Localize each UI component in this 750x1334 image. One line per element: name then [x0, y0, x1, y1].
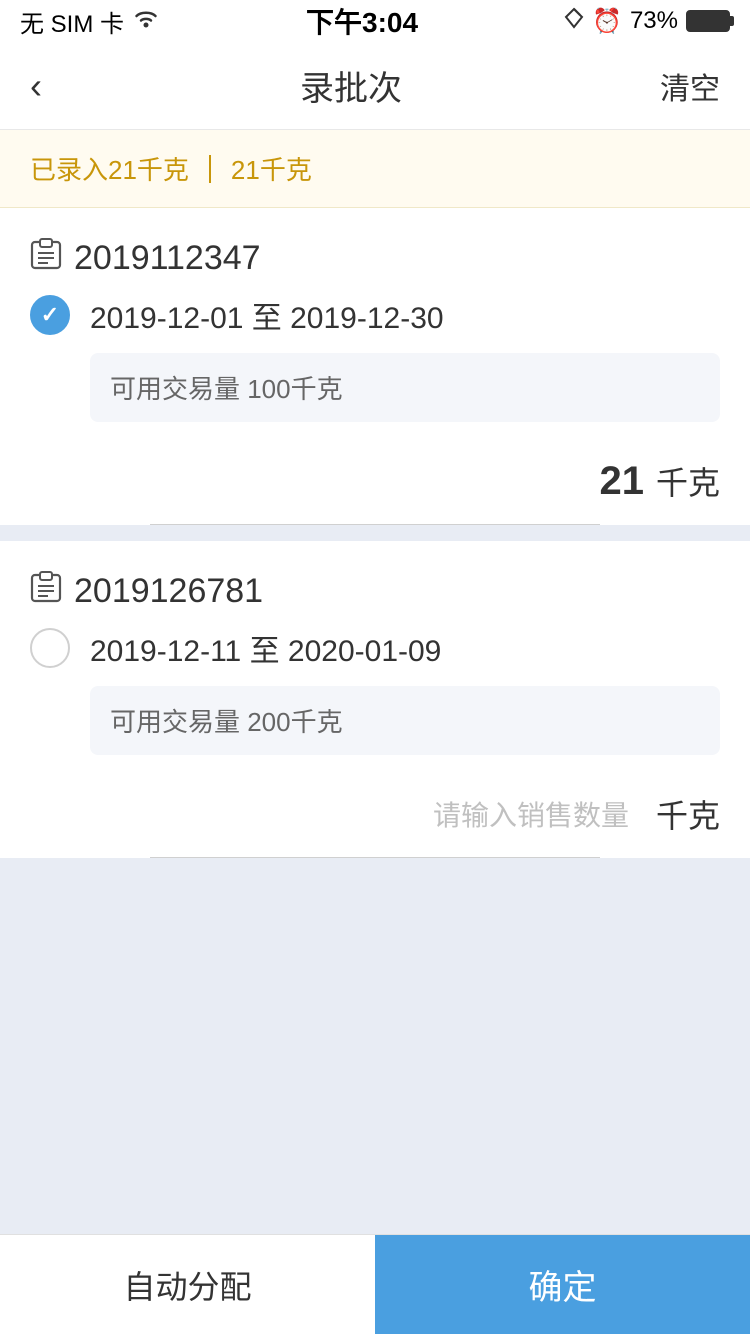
- wifi-icon: [132, 7, 160, 36]
- batch-2-header: 2019126781: [30, 571, 720, 612]
- battery-percent: 73%: [630, 7, 678, 35]
- batch-1-number: 2019112347: [74, 239, 261, 278]
- page-title: 录批次: [300, 61, 402, 110]
- auto-distribute-button[interactable]: 自动分配: [0, 1235, 375, 1334]
- battery-icon: [686, 10, 730, 32]
- status-right: ⏰ 73%: [564, 7, 730, 36]
- batch-2-dates: 2019-12-11 至 2020-01-09: [90, 626, 441, 670]
- batch-1-amount-unit: 千克: [656, 458, 720, 504]
- batch-2-quantity-input[interactable]: [384, 795, 644, 834]
- batch-1-availability: 可用交易量 100千克: [90, 353, 720, 422]
- status-bar: 无 SIM 卡 下午3:04 ⏰ 73%: [0, 0, 750, 42]
- section-separator: [0, 525, 750, 541]
- batch-1-radio[interactable]: [30, 295, 70, 335]
- batch-2-radio[interactable]: [30, 628, 70, 668]
- status-left: 无 SIM 卡: [20, 4, 160, 39]
- clear-button[interactable]: 清空: [660, 64, 720, 108]
- confirm-button[interactable]: 确定: [375, 1235, 750, 1334]
- batch-2-icon: [30, 571, 62, 612]
- batch-2-container: 2019126781 2019-12-11 至 2020-01-09 可用交易量…: [0, 541, 750, 858]
- batch-1-header: 2019112347: [30, 238, 720, 279]
- batch-2-availability: 可用交易量 200千克: [90, 686, 720, 755]
- recorded-amount: 已录入21千克: [30, 150, 189, 187]
- batch-2-number: 2019126781: [74, 572, 263, 611]
- location-icon: [564, 7, 584, 36]
- sim-label: 无 SIM 卡: [20, 4, 124, 39]
- batch-1-item: 2019112347 2019-12-01 至 2019-12-30 可用交易量…: [0, 208, 750, 422]
- batch-1-amount-row: 21 千克: [0, 438, 750, 524]
- batch-2-dates-row: 2019-12-11 至 2020-01-09: [30, 626, 720, 670]
- bottom-bar: 自动分配 确定: [0, 1234, 750, 1334]
- batch-1-container: 2019112347 2019-12-01 至 2019-12-30 可用交易量…: [0, 208, 750, 525]
- batch-2-unit: 千克: [656, 791, 720, 837]
- banner-divider: [209, 155, 211, 183]
- batch-2-input-row: 千克: [0, 771, 750, 857]
- batch-2-item: 2019126781 2019-12-11 至 2020-01-09 可用交易量…: [0, 541, 750, 755]
- back-button[interactable]: ‹: [30, 65, 42, 107]
- nav-bar: ‹ 录批次 清空: [0, 42, 750, 130]
- batch-1-icon: [30, 238, 62, 279]
- status-time: 下午3:04: [306, 1, 418, 41]
- total-amount: 21千克: [231, 150, 312, 187]
- info-banner: 已录入21千克 21千克: [0, 130, 750, 208]
- batch-1-dates-row: 2019-12-01 至 2019-12-30: [30, 293, 720, 337]
- alarm-icon: ⏰: [592, 7, 622, 36]
- batch-1-dates: 2019-12-01 至 2019-12-30: [90, 293, 444, 337]
- batch-1-amount-value: 21: [599, 459, 644, 504]
